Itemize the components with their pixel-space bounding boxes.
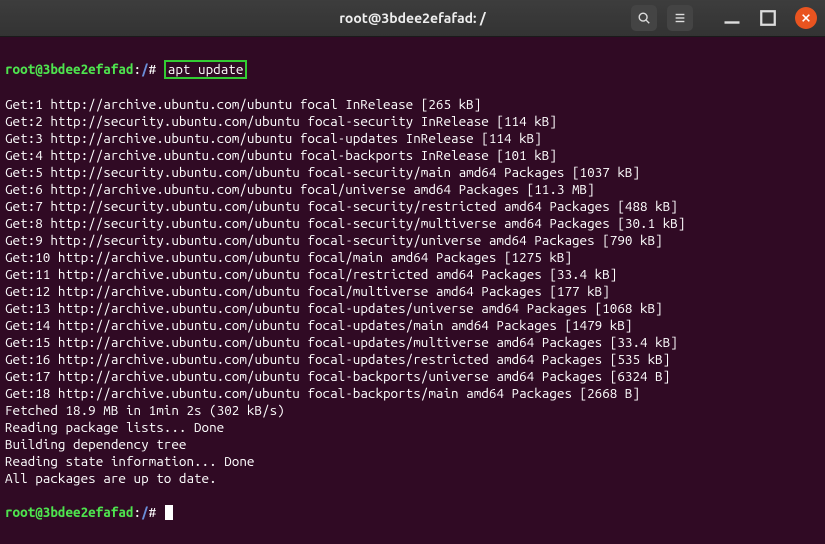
search-button[interactable] (631, 5, 657, 31)
hamburger-icon (673, 11, 687, 25)
window-title: root@3bdee2efafad: / (339, 10, 485, 27)
window-titlebar: root@3bdee2efafad: / (0, 0, 825, 37)
cursor (165, 505, 173, 520)
output-line: Get:5 http://security.ubuntu.com/ubuntu … (5, 164, 820, 181)
close-icon (801, 13, 811, 23)
output-line: Get:18 http://archive.ubuntu.com/ubuntu … (5, 385, 820, 402)
output-line: Get:11 http://archive.ubuntu.com/ubuntu … (5, 266, 820, 283)
minimize-icon (723, 9, 741, 27)
terminal-output[interactable]: root@3bdee2efafad:/# apt update Get:1 ht… (0, 37, 825, 544)
output-line: Get:3 http://archive.ubuntu.com/ubuntu f… (5, 130, 820, 147)
output-line: All packages are up to date. (5, 470, 820, 487)
output-line: Get:17 http://archive.ubuntu.com/ubuntu … (5, 368, 820, 385)
minimize-button[interactable] (723, 9, 741, 27)
output-line: Building dependency tree (5, 436, 820, 453)
search-icon (637, 11, 651, 25)
output-line: Get:10 http://archive.ubuntu.com/ubuntu … (5, 249, 820, 266)
prompt-path: / (141, 61, 149, 77)
output-line: Get:4 http://archive.ubuntu.com/ubuntu f… (5, 147, 820, 164)
output-line: Reading package lists... Done (5, 419, 820, 436)
output-line: Get:7 http://security.ubuntu.com/ubuntu … (5, 198, 820, 215)
output-line: Get:6 http://archive.ubuntu.com/ubuntu f… (5, 181, 820, 198)
output-line: Get:13 http://archive.ubuntu.com/ubuntu … (5, 300, 820, 317)
maximize-icon (759, 9, 777, 27)
output-line: Get:1 http://archive.ubuntu.com/ubuntu f… (5, 96, 820, 113)
output-line: Get:15 http://archive.ubuntu.com/ubuntu … (5, 334, 820, 351)
output-line: Get:16 http://archive.ubuntu.com/ubuntu … (5, 351, 820, 368)
output-line: Get:9 http://security.ubuntu.com/ubuntu … (5, 232, 820, 249)
output-line: Get:12 http://archive.ubuntu.com/ubuntu … (5, 283, 820, 300)
output-line: Get:8 http://security.ubuntu.com/ubuntu … (5, 215, 820, 232)
prompt-line-2: root@3bdee2efafad:/# (5, 504, 820, 521)
prompt-line-1: root@3bdee2efafad:/# apt update (5, 60, 820, 79)
maximize-button[interactable] (759, 9, 777, 27)
highlighted-command: apt update (164, 60, 248, 79)
close-button[interactable] (795, 7, 817, 29)
output-line: Reading state information... Done (5, 453, 820, 470)
titlebar-controls (631, 5, 817, 31)
output-line: Get:2 http://security.ubuntu.com/ubuntu … (5, 113, 820, 130)
output-line: Get:14 http://archive.ubuntu.com/ubuntu … (5, 317, 820, 334)
menu-button[interactable] (667, 5, 693, 31)
output-line: Fetched 18.9 MB in 1min 2s (302 kB/s) (5, 402, 820, 419)
prompt-user-host: root@3bdee2efafad (5, 61, 134, 77)
